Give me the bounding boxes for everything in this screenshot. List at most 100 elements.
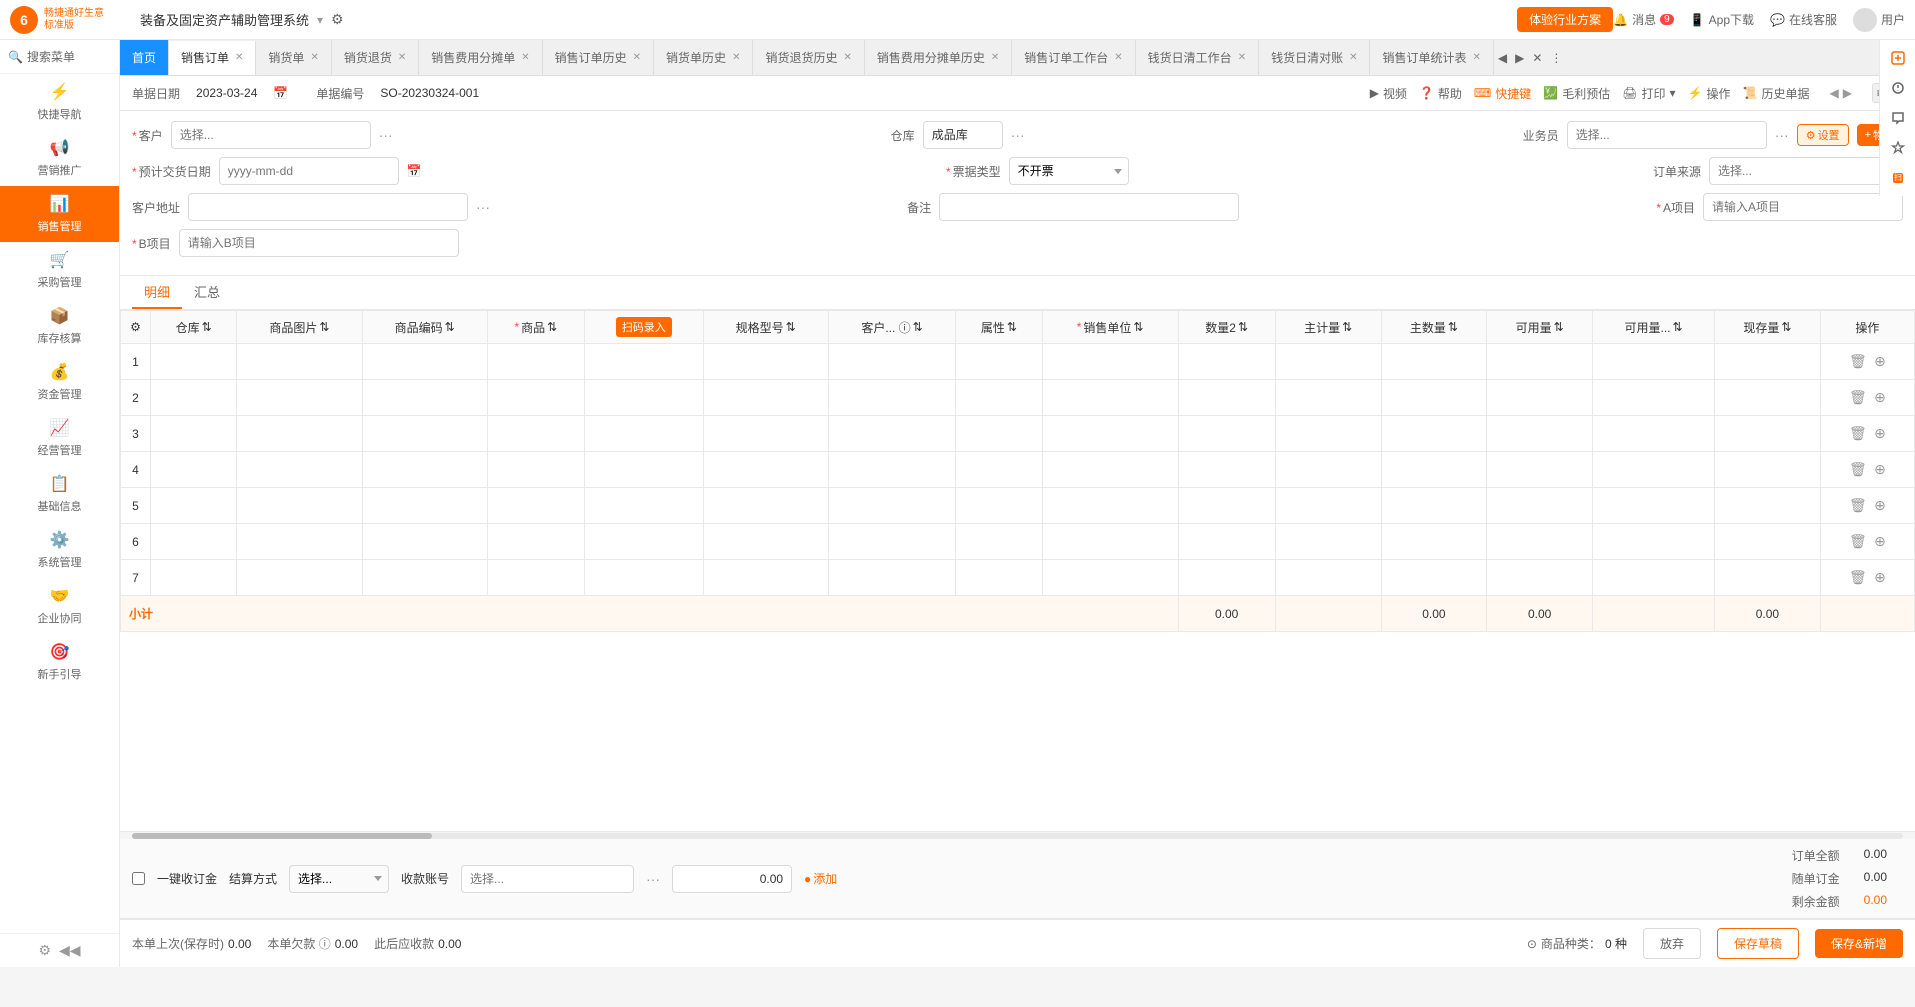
row-action[interactable]: 🗑 ⊕ — [1820, 488, 1914, 524]
row-copy-button[interactable]: ⊕ — [1872, 531, 1888, 552]
row-warehouse[interactable] — [151, 344, 237, 380]
row-current[interactable] — [1715, 452, 1821, 488]
row-image[interactable] — [237, 380, 362, 416]
row-spec[interactable] — [703, 524, 828, 560]
row-delete-button[interactable]: 🗑 — [1847, 531, 1869, 552]
row-image[interactable] — [237, 416, 362, 452]
system-dropdown-icon[interactable]: ▾ — [317, 13, 323, 27]
tab-expense-split[interactable]: 销售费用分摊单 ✕ — [419, 40, 542, 76]
one-click-checkbox[interactable] — [132, 872, 145, 885]
tab-order-stats[interactable]: 销售订单统计表 ✕ — [1370, 40, 1493, 76]
th-image[interactable]: 商品图片 ⇅ — [237, 311, 362, 344]
row-attr[interactable] — [956, 344, 1042, 380]
th-unit[interactable]: * 销售单位 ⇅ — [1042, 311, 1178, 344]
delivery-input[interactable] — [219, 157, 399, 185]
row-copy-button[interactable]: ⊕ — [1872, 459, 1888, 480]
row-warehouse[interactable] — [151, 452, 237, 488]
tab-nav-prev[interactable]: ◀ — [1494, 51, 1511, 65]
sidebar-item-sales[interactable]: 📊 销售管理 — [0, 186, 119, 242]
th-main-qty-sort[interactable]: 主数量 ⇅ — [1390, 319, 1479, 336]
sidebar-search[interactable]: 🔍 搜索菜单 — [0, 40, 119, 74]
address-more-icon[interactable]: ··· — [476, 199, 490, 215]
settlement-select[interactable]: 选择... — [289, 865, 389, 893]
row-main-qty[interactable] — [1381, 560, 1487, 596]
th-available[interactable]: 可用量 ⇅ — [1487, 311, 1593, 344]
right-action-5[interactable]: 扫 — [1884, 164, 1912, 192]
tab-close-icon[interactable]: ✕ — [633, 52, 641, 63]
row-qty2[interactable] — [1178, 488, 1275, 524]
row-main-qty[interactable] — [1381, 344, 1487, 380]
row-available2[interactable] — [1593, 416, 1715, 452]
b-project-input[interactable] — [179, 229, 459, 257]
row-customer-code[interactable] — [828, 452, 955, 488]
row-current[interactable] — [1715, 524, 1821, 560]
calendar-input-icon[interactable]: 📅 — [407, 164, 422, 178]
row-available2[interactable] — [1593, 488, 1715, 524]
tab-order-workbench[interactable]: 销售订单工作台 ✕ — [1012, 40, 1135, 76]
row-main-qty[interactable] — [1381, 416, 1487, 452]
sidebar-item-basic-info[interactable]: 📋 基础信息 — [0, 466, 119, 522]
row-unit[interactable] — [1042, 488, 1178, 524]
row-copy-button[interactable]: ⊕ — [1872, 387, 1888, 408]
row-warehouse[interactable] — [151, 560, 237, 596]
tab-order-history[interactable]: 销售订单历史 ✕ — [543, 40, 654, 76]
staff-more-icon[interactable]: ··· — [1775, 127, 1789, 143]
tab-close-icon[interactable]: ✕ — [235, 52, 243, 63]
tab-close-icon[interactable]: ✕ — [843, 52, 851, 63]
sidebar-item-system[interactable]: ⚙️ 系统管理 — [0, 522, 119, 578]
tab-daily-reconcile[interactable]: 钱货日清对账 ✕ — [1259, 40, 1370, 76]
tab-expense-history[interactable]: 销售费用分摊单历史 ✕ — [865, 40, 1012, 76]
th-code[interactable]: 商品编码 ⇅ — [362, 311, 487, 344]
th-spec[interactable]: 规格型号 ⇅ — [703, 311, 828, 344]
th-main-unit-sort[interactable]: 主计量 ⇅ — [1284, 319, 1373, 336]
nav-next-icon[interactable]: ▶ — [1843, 86, 1852, 100]
row-customer-code[interactable] — [828, 524, 955, 560]
row-available[interactable] — [1487, 380, 1593, 416]
tab-sales-invoice[interactable]: 销货单 ✕ — [256, 40, 331, 76]
row-warehouse[interactable] — [151, 416, 237, 452]
sidebar-item-inventory[interactable]: 📦 库存核算 — [0, 298, 119, 354]
row-main-qty[interactable] — [1381, 452, 1487, 488]
right-action-2[interactable] — [1884, 74, 1912, 102]
th-main-unit[interactable]: 主计量 ⇅ — [1275, 311, 1381, 344]
scan-button[interactable]: 扫码录入 — [616, 317, 672, 337]
row-code[interactable] — [362, 524, 487, 560]
th-current[interactable]: 现存量 ⇅ — [1715, 311, 1821, 344]
row-product[interactable] — [487, 344, 584, 380]
th-available2-sort[interactable]: 可用量... ⇅ — [1601, 319, 1706, 336]
tab-close-icon[interactable]: ✕ — [1114, 52, 1122, 63]
th-scan[interactable]: 扫码录入 — [584, 311, 703, 344]
th-customer-code-sort[interactable]: 客户... ⓘ ⇅ — [837, 319, 947, 336]
row-main-unit[interactable] — [1275, 380, 1381, 416]
row-attr[interactable] — [956, 452, 1042, 488]
row-current[interactable] — [1715, 488, 1821, 524]
scroll-thumb[interactable] — [132, 833, 432, 839]
row-action[interactable]: 🗑 ⊕ — [1820, 560, 1914, 596]
row-current[interactable] — [1715, 560, 1821, 596]
row-product[interactable] — [487, 524, 584, 560]
settings-col-icon[interactable]: ⚙ — [130, 320, 141, 334]
row-warehouse[interactable] — [151, 524, 237, 560]
row-copy-button[interactable]: ⊕ — [1872, 351, 1888, 372]
help-button[interactable]: ❓ 帮助 — [1419, 85, 1462, 102]
profit-button[interactable]: 💹 毛利预估 — [1543, 85, 1610, 102]
tab-detail[interactable]: 明细 — [132, 276, 182, 309]
th-qty2-sort[interactable]: 数量2 ⇅ — [1187, 319, 1267, 336]
row-unit[interactable] — [1042, 524, 1178, 560]
row-attr[interactable] — [956, 488, 1042, 524]
row-action[interactable]: 🗑 ⊕ — [1820, 452, 1914, 488]
row-image[interactable] — [237, 452, 362, 488]
tab-nav-menu[interactable]: ⋮ — [1546, 51, 1566, 65]
print-dropdown-icon[interactable]: ▾ — [1669, 86, 1675, 100]
row-image[interactable] — [237, 344, 362, 380]
row-code[interactable] — [362, 488, 487, 524]
sidebar-item-quick-nav[interactable]: ⚡ 快捷导航 — [0, 74, 119, 130]
tab-nav-next[interactable]: ▶ — [1511, 51, 1528, 65]
row-available[interactable] — [1487, 560, 1593, 596]
user-button[interactable]: 用户 — [1853, 8, 1905, 32]
sidebar-collapse-button[interactable]: ◀◀ — [59, 942, 81, 959]
th-unit-sort[interactable]: * 销售单位 ⇅ — [1051, 319, 1170, 336]
row-action[interactable]: 🗑 ⊕ — [1820, 344, 1914, 380]
row-unit[interactable] — [1042, 560, 1178, 596]
row-customer-code[interactable] — [828, 416, 955, 452]
